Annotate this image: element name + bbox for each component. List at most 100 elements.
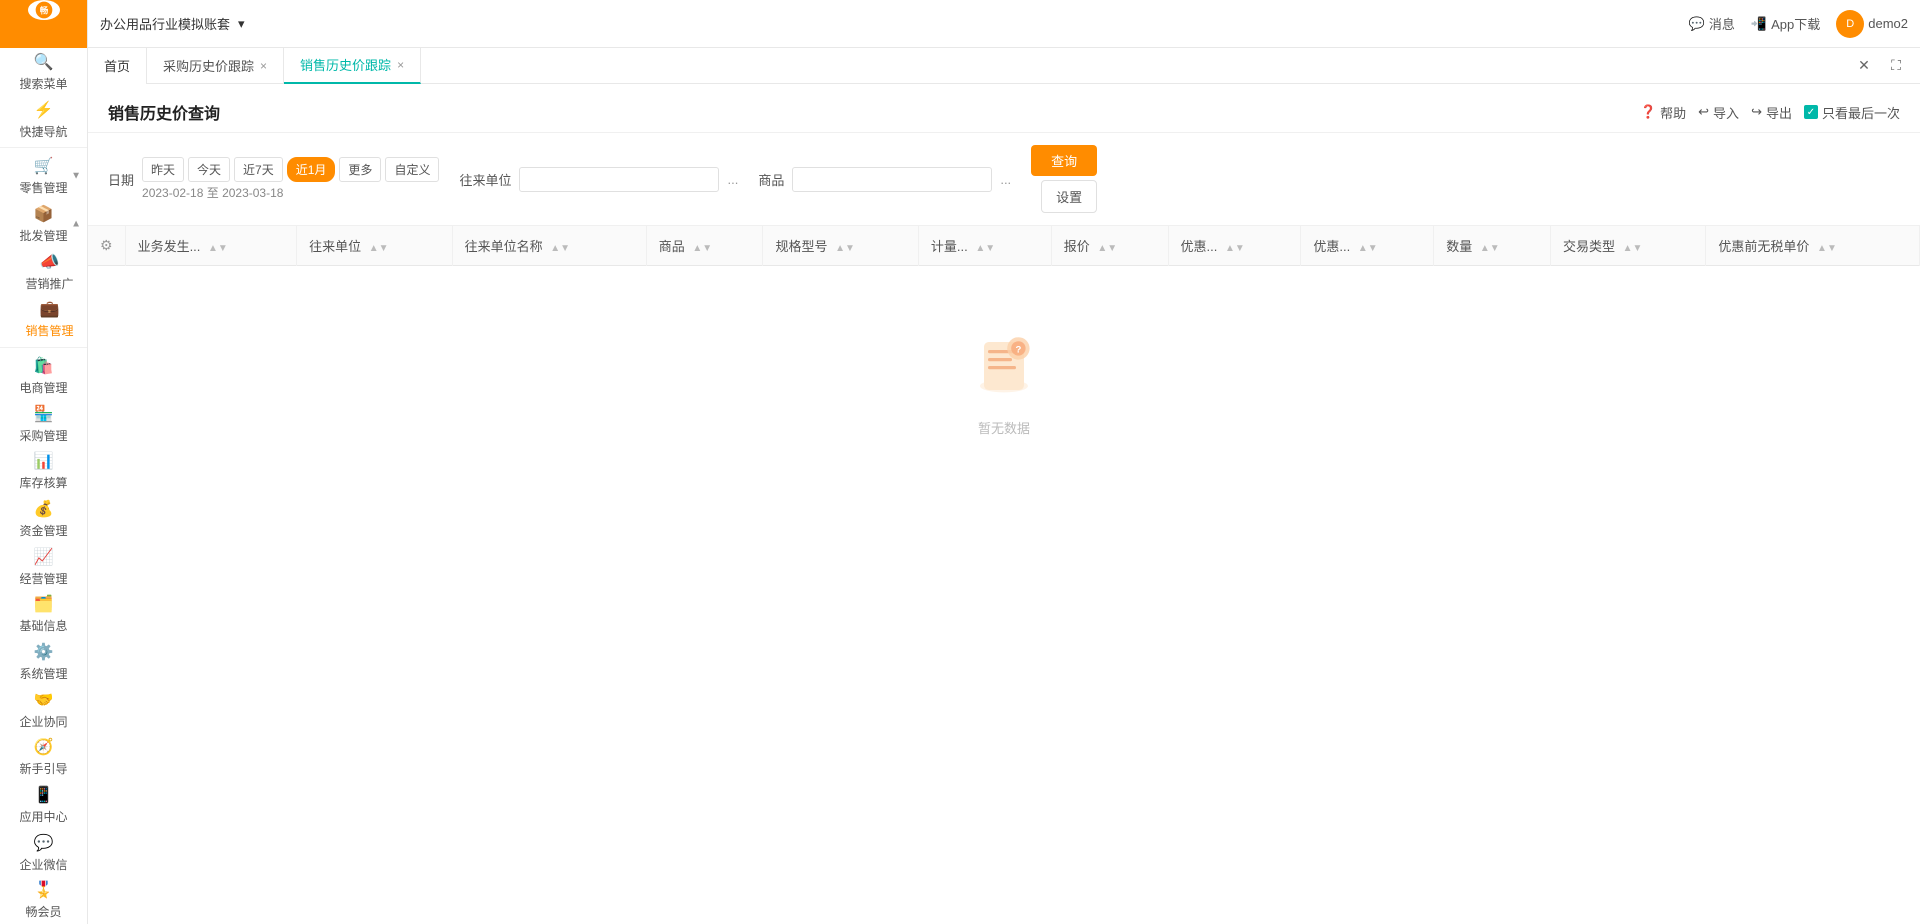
th-discount1-label: 优惠... (1181, 239, 1218, 254)
date-btn-yesterday[interactable]: 昨天 (142, 157, 184, 182)
sidebar-item-marketing[interactable]: 📣 营销推广 (0, 248, 87, 296)
wechat-icon: 💬 (34, 833, 54, 853)
workspace-dropdown[interactable]: ▾ (238, 16, 245, 32)
app-tagline: 标准版 (29, 33, 59, 48)
close-window-button[interactable]: ✕ (1852, 54, 1876, 78)
empty-state: ? 暂无数据 (88, 266, 1920, 497)
tab-home[interactable]: 首页 (88, 48, 147, 84)
sidebar-item-finance[interactable]: 💰 资金管理 (0, 495, 87, 543)
app-download-button[interactable]: 📲 App下载 (1751, 14, 1820, 33)
message-button[interactable]: 💬 消息 (1689, 14, 1735, 33)
tab-purchase-close[interactable]: × (260, 59, 267, 73)
th-price: 报价 ▲▼ (1051, 226, 1168, 266)
tab-sales-close[interactable]: × (397, 58, 404, 72)
sort-arrows-partner-name[interactable]: ▲▼ (550, 243, 570, 254)
system-icon: ⚙️ (34, 642, 54, 662)
th-discount2-label: 优惠... (1313, 239, 1350, 254)
th-discount1: 优惠... ▲▼ (1168, 226, 1301, 266)
sort-arrows-product[interactable]: ▲▼ (692, 243, 712, 254)
tab-sales[interactable]: 销售历史价跟踪 × (284, 48, 421, 84)
sidebar-item-system[interactable]: ⚙️ 系统管理 (0, 638, 87, 686)
import-button[interactable]: ↩ 导入 (1698, 103, 1739, 122)
logo-icon: 畅 (28, 0, 60, 20)
sort-arrows-partner[interactable]: ▲▼ (369, 243, 389, 254)
sidebar-item-purchase[interactable]: 🏪 采购管理 (0, 400, 87, 448)
sidebar-label-guide: 新手引导 (19, 760, 67, 777)
th-settings: ⚙ (88, 226, 125, 266)
sidebar-label-wechat: 企业微信 (19, 856, 67, 873)
sort-arrows-trade[interactable]: ▲▼ (1623, 243, 1643, 254)
date-filter-label: 日期 (108, 170, 134, 189)
user-menu[interactable]: D demo2 (1836, 10, 1908, 38)
message-label: 消息 (1709, 14, 1735, 33)
tab-sales-label: 销售历史价跟踪 (300, 55, 391, 74)
tab-purchase[interactable]: 采购历史价跟踪 × (147, 48, 284, 84)
ecom-icon: 🛍️ (34, 356, 54, 376)
sidebar-item-business[interactable]: 📈 经营管理 (0, 543, 87, 591)
setting-button[interactable]: 设置 (1041, 180, 1097, 213)
th-partner-name-label: 往来单位名称 (465, 239, 543, 254)
th-partner-code-label: 往来单位 (309, 239, 361, 254)
sidebar-item-retail[interactable]: 🛒 零售管理 ▼ (0, 152, 87, 200)
sidebar-item-quicknav[interactable]: ⚡ 快捷导航 (0, 96, 87, 144)
tab-home-label: 首页 (104, 56, 130, 75)
finance-icon: 💰 (34, 499, 54, 519)
product-filter-input[interactable] (792, 167, 992, 192)
sort-arrows-price[interactable]: ▲▼ (1097, 243, 1117, 254)
sort-arrows-date[interactable]: ▲▼ (208, 243, 228, 254)
th-price-label: 报价 (1064, 239, 1090, 254)
sidebar-label-system: 系统管理 (19, 665, 67, 682)
query-button[interactable]: 查询 (1031, 145, 1097, 176)
import-icon: ↩ (1698, 104, 1709, 120)
th-product: 商品 ▲▼ (646, 226, 763, 266)
purchase-icon: 🏪 (34, 404, 54, 424)
sidebar-item-basic[interactable]: 🗂️ 基础信息 (0, 590, 87, 638)
only-last-checkbox[interactable] (1804, 105, 1818, 119)
tab-actions: ✕ ⛶ (1852, 54, 1920, 78)
partner-picker-icon[interactable]: ... (727, 172, 738, 187)
date-btn-custom[interactable]: 自定义 (385, 157, 439, 182)
sidebar-item-wechat[interactable]: 💬 企业微信 (0, 829, 87, 877)
sort-arrows-pretax[interactable]: ▲▼ (1817, 243, 1837, 254)
gear-icon[interactable]: ⚙ (100, 237, 113, 253)
export-button[interactable]: ↪ 导出 (1751, 103, 1792, 122)
app-name: 畅捷通好生意 (14, 24, 74, 31)
sidebar-item-inventory[interactable]: 📊 库存核算 (0, 447, 87, 495)
th-partner-name: 往来单位名称 ▲▼ (452, 226, 646, 266)
product-picker-icon[interactable]: ... (1000, 172, 1011, 187)
maximize-button[interactable]: ⛶ (1884, 54, 1908, 78)
sidebar-item-sales[interactable]: 💼 销售管理 (0, 295, 87, 343)
sidebar-item-appstore[interactable]: 📱 应用中心 (0, 781, 87, 829)
sidebar-item-search[interactable]: 🔍 搜索菜单 (0, 48, 87, 96)
sidebar-item-member[interactable]: 🎖️ 畅会员 (0, 876, 87, 924)
marketing-icon: 📣 (40, 252, 60, 272)
sidebar-label-member: 畅会员 (25, 903, 61, 920)
th-partner-code: 往来单位 ▲▼ (297, 226, 452, 266)
sidebar-item-ecom[interactable]: 🛍️ 电商管理 (0, 352, 87, 400)
sort-arrows-disc1[interactable]: ▲▼ (1225, 243, 1245, 254)
main-content: 办公用品行业模拟账套 ▾ 💬 消息 📲 App下载 D demo2 首页 采购历… (88, 0, 1920, 924)
date-btn-7days[interactable]: 近7天 (234, 157, 283, 182)
nav-icon: ⚡ (34, 100, 54, 120)
th-unit-label: 计量... (931, 239, 968, 254)
sidebar-label-search: 搜索菜单 (19, 75, 67, 92)
sidebar-item-wholesale[interactable]: 📦 批发管理 ▲ (0, 200, 87, 248)
partner-filter-input[interactable] (519, 167, 719, 192)
sort-arrows-disc2[interactable]: ▲▼ (1358, 243, 1378, 254)
sidebar-item-guide[interactable]: 🧭 新手引导 (0, 733, 87, 781)
sort-arrows-spec[interactable]: ▲▼ (835, 243, 855, 254)
only-last-checkbox-wrap[interactable]: 只看最后一次 (1804, 103, 1900, 122)
svg-text:畅: 畅 (39, 5, 48, 15)
sort-arrows-unit[interactable]: ▲▼ (975, 243, 995, 254)
date-filter-col: 昨天 今天 近7天 近1月 更多 自定义 2023-02-18 至 2023-0… (142, 157, 439, 201)
date-btn-1month[interactable]: 近1月 (287, 157, 336, 182)
date-btn-more[interactable]: 更多 (339, 157, 381, 182)
sidebar-item-collab[interactable]: 🤝 企业协同 (0, 686, 87, 734)
date-btn-today[interactable]: 今天 (188, 157, 230, 182)
collab-icon: 🤝 (34, 690, 54, 710)
sort-arrows-qty[interactable]: ▲▼ (1480, 243, 1500, 254)
table-header-row: ⚙ 业务发生... ▲▼ 往来单位 ▲▼ 往来单位名称 (88, 226, 1920, 266)
help-button[interactable]: ❓ 帮助 (1640, 103, 1686, 122)
sidebar-label-ecom: 电商管理 (19, 379, 67, 396)
help-label: 帮助 (1660, 103, 1686, 122)
